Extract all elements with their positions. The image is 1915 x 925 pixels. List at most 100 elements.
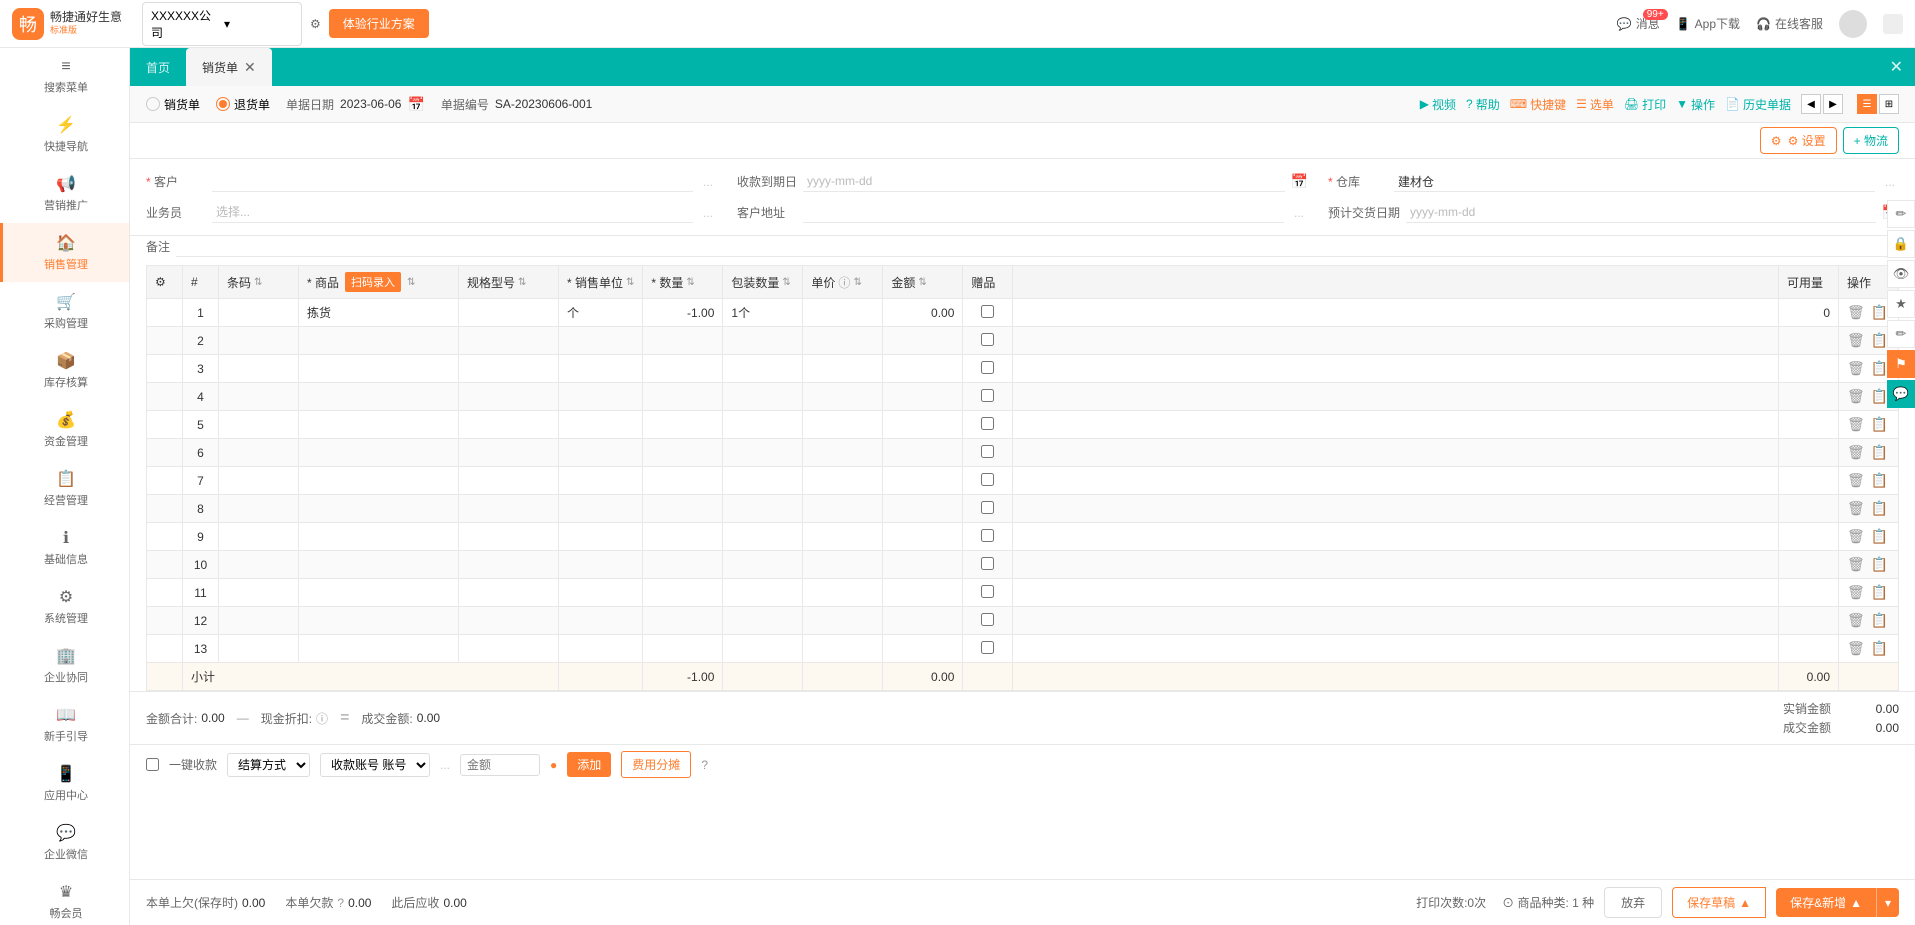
app-download-area[interactable]: 📱 App下载 [1676, 15, 1740, 32]
copy-icon-11[interactable]: 📋 [1871, 584, 1888, 601]
copy-icon-5[interactable]: 📋 [1871, 416, 1888, 433]
right-tool-flag[interactable]: ⚑ [1887, 350, 1915, 378]
online-service-area[interactable]: 🎧 在线客服 [1756, 15, 1823, 32]
cell-gift-1[interactable] [963, 299, 1013, 327]
right-tool-chat[interactable]: 💬 [1887, 380, 1915, 408]
discard-btn[interactable]: 放弃 [1604, 887, 1662, 918]
gift-checkbox-5[interactable] [981, 417, 994, 430]
payment-method-select[interactable]: 结算方式 [227, 753, 310, 777]
delete-icon-9[interactable]: 🗑 [1847, 528, 1865, 545]
avatar[interactable] [1839, 10, 1867, 38]
gift-checkbox-7[interactable] [981, 473, 994, 486]
gift-checkbox-2[interactable] [981, 333, 994, 346]
copy-icon-4[interactable]: 📋 [1871, 388, 1888, 405]
gift-checkbox-8[interactable] [981, 501, 994, 514]
warehouse-dots[interactable]: ... [1881, 175, 1899, 189]
expected-date-input[interactable] [1406, 202, 1876, 223]
question-btn[interactable]: ? [701, 758, 708, 772]
tabs-close-all[interactable]: ✕ [1878, 57, 1915, 77]
select-link[interactable]: ☰ 选单 [1576, 96, 1614, 113]
discount-info-icon[interactable]: ⓘ [316, 710, 328, 727]
add-btn[interactable]: 添加 [567, 752, 611, 777]
delete-icon-4[interactable]: 🗑 [1847, 388, 1865, 405]
sidebar-item-system-mgmt[interactable]: ⚙ 系统管理 [0, 577, 129, 636]
gift-checkbox-9[interactable] [981, 529, 994, 542]
onestep-payment-checkbox[interactable] [146, 758, 159, 771]
expense-btn[interactable]: 费用分摊 [621, 751, 691, 778]
delete-icon-10[interactable]: 🗑 [1847, 556, 1865, 573]
copy-icon-13[interactable]: 📋 [1871, 640, 1888, 657]
next-arrow[interactable]: ▶ [1823, 94, 1843, 114]
sidebar-item-enterprise[interactable]: 🏢 企业协同 [0, 636, 129, 695]
shortcut-link[interactable]: ⌨ 快捷键 [1510, 96, 1566, 113]
delete-icon-7[interactable]: 🗑 [1847, 472, 1865, 489]
sidebar-item-purchase-mgmt[interactable]: 🛒 采购管理 [0, 282, 129, 341]
gift-checkbox-3[interactable] [981, 361, 994, 374]
cell-unit-1[interactable]: 个 [559, 299, 643, 327]
customer-addr-input[interactable] [803, 202, 1284, 223]
gift-checkbox-11[interactable] [981, 585, 994, 598]
sidebar-item-finance[interactable]: 💰 资金管理 [0, 400, 129, 459]
settings-btn[interactable]: ⚙ ⚙ 设置 [1760, 127, 1837, 154]
sidebar-item-membership[interactable]: ♛ 畅会员 [0, 872, 129, 925]
sidebar-item-base-info[interactable]: ℹ 基础信息 [0, 518, 129, 577]
right-tool-star[interactable]: ★ [1887, 290, 1915, 318]
cell-price-1[interactable] [803, 299, 883, 327]
arrears-question-icon[interactable]: ? [337, 896, 344, 910]
pay-due-calendar-icon[interactable]: 📅 [1291, 173, 1308, 190]
right-tool-eraser[interactable]: ✏ [1887, 320, 1915, 348]
date-calendar-icon[interactable]: 📅 [407, 96, 424, 113]
gift-checkbox-12[interactable] [981, 613, 994, 626]
save-new-arrow-btn[interactable]: ▾ [1876, 888, 1899, 917]
sidebar-item-marketing[interactable]: 📢 营销推广 [0, 164, 129, 223]
add-btn-icon[interactable]: ● [550, 758, 557, 772]
copy-icon-3[interactable]: 📋 [1871, 360, 1888, 377]
gift-checkbox-4[interactable] [981, 389, 994, 402]
settings-gear-icon[interactable]: ⚙ [310, 17, 321, 31]
radio-sales[interactable]: 销货单 [146, 96, 200, 113]
sidebar-item-inventory[interactable]: 📦 库存核算 [0, 341, 129, 400]
payment-amount-input[interactable] [460, 754, 540, 776]
gift-checkbox-6[interactable] [981, 445, 994, 458]
gift-checkbox-1[interactable] [981, 305, 994, 318]
salesperson-dots[interactable]: ... [699, 206, 717, 220]
delete-icon-1[interactable]: 🗑 [1847, 304, 1865, 321]
customer-input[interactable] [212, 171, 693, 192]
sidebar-item-sales-mgmt[interactable]: 🏠 销售管理 [0, 223, 129, 282]
warehouse-input[interactable] [1394, 171, 1875, 192]
right-tool-eye[interactable]: 👁 [1887, 260, 1915, 288]
remarks-input[interactable] [176, 236, 1899, 257]
cell-qty-1[interactable]: -1.00 [643, 299, 723, 327]
scan-btn[interactable]: 扫码录入 [345, 272, 401, 292]
sidebar-item-search-order[interactable]: ≡ 搜索菜单 [0, 48, 129, 105]
trial-btn[interactable]: 体验行业方案 [329, 9, 429, 38]
delete-icon-12[interactable]: 🗑 [1847, 612, 1865, 629]
gift-checkbox-10[interactable] [981, 557, 994, 570]
copy-icon-8[interactable]: 📋 [1871, 500, 1888, 517]
tab-home[interactable]: 首页 [130, 48, 186, 86]
delete-icon-11[interactable]: 🗑 [1847, 584, 1865, 601]
pay-due-input[interactable] [803, 171, 1285, 192]
copy-icon-10[interactable]: 📋 [1871, 556, 1888, 573]
print-link[interactable]: 🖨 打印 [1624, 96, 1666, 113]
copy-icon-7[interactable]: 📋 [1871, 472, 1888, 489]
message-icon-area[interactable]: 💬 消息 99+ [1617, 15, 1660, 32]
copy-icon-9[interactable]: 📋 [1871, 528, 1888, 545]
grid-view-btn[interactable]: ⊞ [1879, 94, 1899, 114]
company-select[interactable]: XXXXXX公司 ▾ [142, 2, 302, 46]
history-link[interactable]: 📄 历史单据 [1725, 96, 1791, 113]
price-info-icon[interactable]: ⓘ [838, 274, 850, 291]
sidebar-item-enterprise-wechat[interactable]: 💬 企业微信 [0, 813, 129, 872]
help-link[interactable]: ? 帮助 [1466, 96, 1500, 113]
th-settings[interactable]: ⚙ [147, 266, 183, 299]
logistics-btn[interactable]: + 物流 [1843, 127, 1899, 154]
sidebar-item-beginner[interactable]: 📖 新手引导 [0, 695, 129, 754]
cell-amount-1[interactable]: 0.00 [883, 299, 963, 327]
tab-sales-order[interactable]: 销货单 ✕ [186, 48, 272, 86]
operate-link[interactable]: ▼ 操作 [1676, 96, 1715, 113]
right-tool-lock[interactable]: 🔒 [1887, 230, 1915, 258]
video-link[interactable]: ▶ 视频 [1420, 96, 1456, 113]
gift-checkbox-13[interactable] [981, 641, 994, 654]
list-view-btn[interactable]: ☰ [1857, 94, 1877, 114]
payment-dots[interactable]: ... [440, 758, 450, 772]
